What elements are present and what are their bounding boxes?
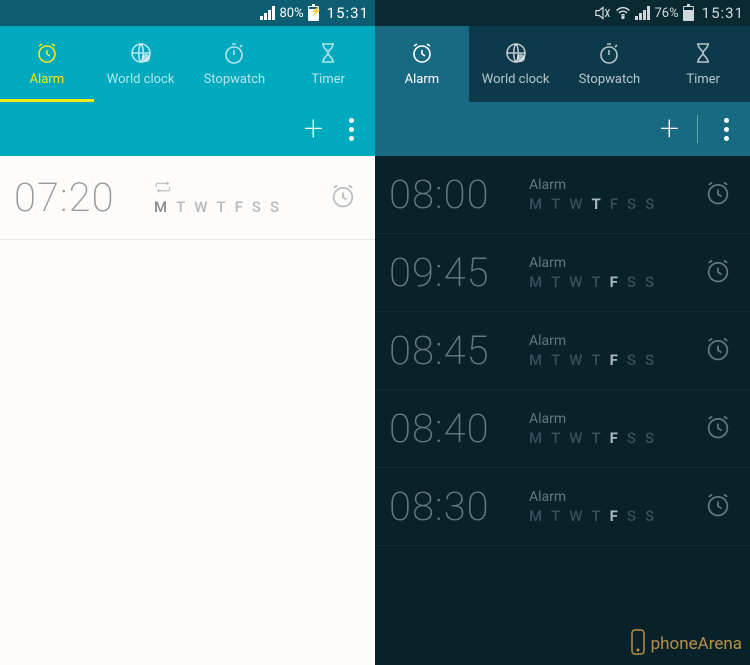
toolbar: + xyxy=(375,102,750,156)
stopwatch-icon xyxy=(597,41,621,69)
status-bar: 80% ⚡ 15:31 xyxy=(0,0,375,26)
phonearena-logo-icon xyxy=(629,629,647,659)
toolbar: + xyxy=(0,102,375,156)
toolbar-separator xyxy=(697,115,698,143)
tab-label: Alarm xyxy=(405,72,440,87)
days-row: MTWTFSS xyxy=(529,429,704,447)
overflow-menu-button[interactable] xyxy=(341,118,361,141)
alarm-row[interactable]: 08:30Alarm MTWTFSS xyxy=(375,468,750,546)
add-alarm-button[interactable]: + xyxy=(660,112,679,146)
alarm-row[interactable]: 08:00Alarm MTWTFSS xyxy=(375,156,750,234)
alarm-meta: Alarm MTWTFSS xyxy=(529,333,704,369)
status-bar: 76% 15:31 xyxy=(375,0,750,26)
alarm-icon xyxy=(410,41,434,69)
tab-label: Stopwatch xyxy=(204,72,266,87)
alarm-list[interactable]: 08:00AlarmMTWTFSS09:45AlarmMTWTFSS08:45A… xyxy=(375,156,750,665)
days-row: MTWTFSS xyxy=(529,273,704,291)
tab-label: Alarm xyxy=(30,72,65,87)
watermark: phoneArena xyxy=(629,629,742,659)
alarm-label: Alarm xyxy=(529,489,704,505)
alarm-row[interactable]: 08:45Alarm MTWTFSS xyxy=(375,312,750,390)
alarm-label: Alarm xyxy=(529,255,704,271)
alarm-meta: Alarm MTWTFSS xyxy=(529,489,704,525)
days-row: M T W T F S S xyxy=(154,198,329,216)
alarm-time: 08:45 xyxy=(389,327,529,374)
status-time: 15:31 xyxy=(702,4,744,22)
alarm-label: Alarm xyxy=(529,411,704,427)
tab-timer[interactable]: Timer xyxy=(281,26,375,102)
battery-icon: ⚡ xyxy=(308,6,319,21)
alarm-row[interactable]: 09:45Alarm MTWTFSS xyxy=(375,234,750,312)
alarm-toggle-icon[interactable] xyxy=(704,257,732,289)
tab-label: Timer xyxy=(311,72,345,87)
tab-label: World clock xyxy=(107,72,175,87)
alarm-icon xyxy=(35,41,59,69)
repeat-icon xyxy=(154,179,172,193)
hourglass-icon xyxy=(316,41,340,69)
mute-icon xyxy=(595,6,611,20)
alarm-toggle-icon[interactable] xyxy=(329,182,357,214)
alarm-toggle-icon[interactable] xyxy=(704,491,732,523)
globe-icon xyxy=(504,41,528,69)
alarm-toggle-icon[interactable] xyxy=(704,335,732,367)
tab-alarm[interactable]: Alarm xyxy=(0,26,94,102)
wifi-icon xyxy=(615,6,631,20)
alarm-row[interactable]: 08:40Alarm MTWTFSS xyxy=(375,390,750,468)
phone-right: 76% 15:31 Alarm World clock Stopwatch Ti… xyxy=(375,0,750,665)
signal-icon xyxy=(635,6,651,20)
battery-icon xyxy=(683,6,694,21)
alarm-list: 07:20 M T W T F S S xyxy=(0,156,375,665)
alarm-label: Alarm xyxy=(529,333,704,349)
alarm-time: 09:45 xyxy=(389,249,529,296)
tab-label: World clock xyxy=(482,72,550,87)
alarm-meta: Alarm MTWTFSS xyxy=(529,411,704,447)
tab-world-clock[interactable]: World clock xyxy=(94,26,188,102)
tab-stopwatch[interactable]: Stopwatch xyxy=(188,26,282,102)
phone-left: 80% ⚡ 15:31 Alarm World clock Stopwatch … xyxy=(0,0,375,665)
hourglass-icon xyxy=(691,41,715,69)
status-time: 15:31 xyxy=(327,4,369,22)
battery-percent: 76% xyxy=(655,6,679,21)
alarm-label: Alarm xyxy=(529,177,704,193)
signal-icon xyxy=(260,6,276,20)
tab-alarm[interactable]: Alarm xyxy=(375,26,469,102)
tab-bar: Alarm World clock Stopwatch Timer xyxy=(375,26,750,102)
alarm-time: 08:30 xyxy=(389,483,529,530)
alarm-meta: Alarm MTWTFSS xyxy=(529,177,704,213)
tab-timer[interactable]: Timer xyxy=(656,26,750,102)
alarm-meta: M T W T F S S xyxy=(154,179,329,216)
days-row: MTWTFSS xyxy=(529,195,704,213)
overflow-menu-button[interactable] xyxy=(716,118,736,141)
tab-label: Stopwatch xyxy=(579,72,641,87)
add-alarm-button[interactable]: + xyxy=(304,112,323,146)
stopwatch-icon xyxy=(222,41,246,69)
globe-icon xyxy=(129,41,153,69)
alarm-toggle-icon[interactable] xyxy=(704,179,732,211)
days-row: MTWTFSS xyxy=(529,351,704,369)
alarm-time: 07:20 xyxy=(14,174,154,221)
alarm-row[interactable]: 07:20 M T W T F S S xyxy=(0,156,375,240)
tab-label: Timer xyxy=(686,72,720,87)
alarm-meta: Alarm MTWTFSS xyxy=(529,255,704,291)
watermark-text: phoneArena xyxy=(651,634,742,654)
days-row: MTWTFSS xyxy=(529,507,704,525)
alarm-time: 08:00 xyxy=(389,171,529,218)
battery-percent: 80% xyxy=(280,6,304,21)
tab-world-clock[interactable]: World clock xyxy=(469,26,563,102)
alarm-toggle-icon[interactable] xyxy=(704,413,732,445)
tab-stopwatch[interactable]: Stopwatch xyxy=(563,26,657,102)
tab-bar: Alarm World clock Stopwatch Timer xyxy=(0,26,375,102)
alarm-time: 08:40 xyxy=(389,405,529,452)
